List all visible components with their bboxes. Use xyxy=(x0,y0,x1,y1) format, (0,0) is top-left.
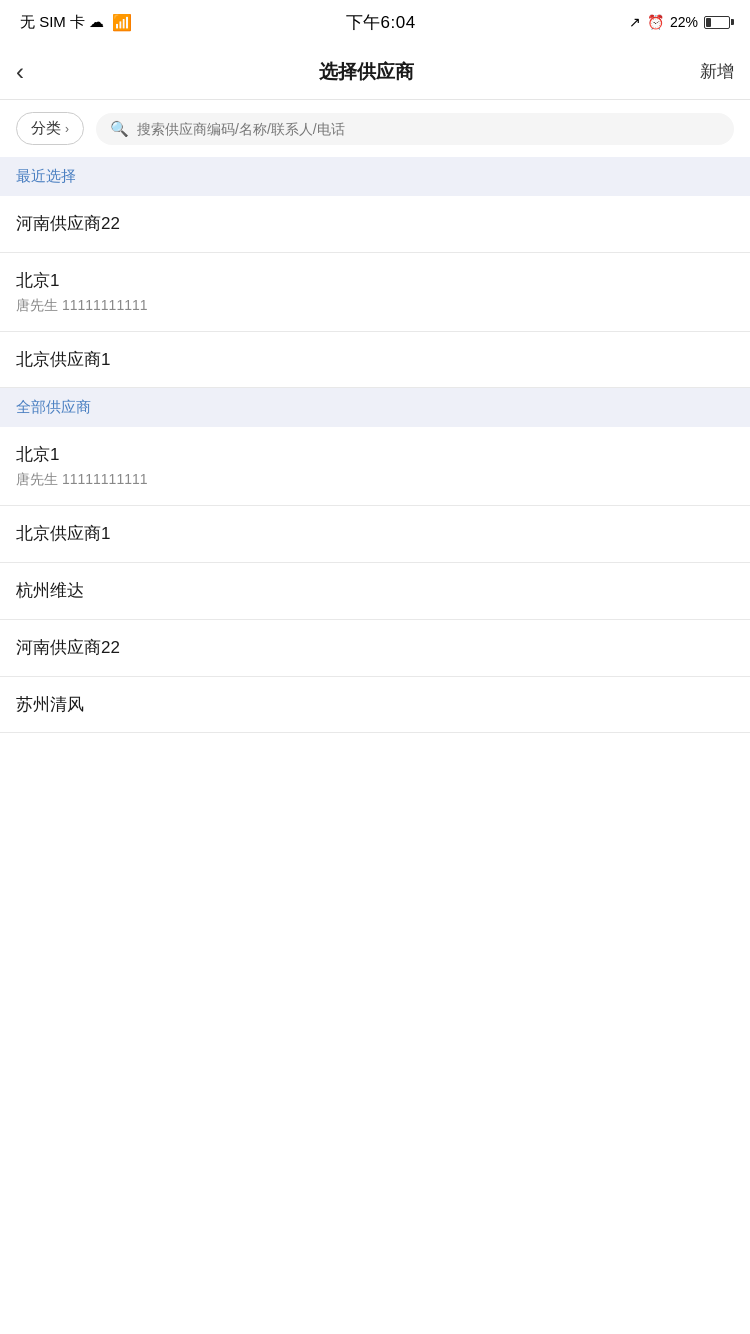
nav-bar: ‹ 选择供应商 新增 xyxy=(0,44,750,100)
item-name: 北京1 xyxy=(16,443,734,467)
all-section-label: 全部供应商 xyxy=(16,398,91,415)
new-button[interactable]: 新增 xyxy=(700,60,734,83)
filter-row: 分类 › 🔍 xyxy=(0,100,750,157)
list-item[interactable]: 北京1 唐先生 11111111111 xyxy=(0,427,750,506)
status-time: 下午6:04 xyxy=(346,11,416,34)
status-left: 无 SIM 卡 ☁ 📶 xyxy=(20,13,132,32)
item-sub: 唐先生 11111111111 xyxy=(16,297,734,315)
all-items-list: 北京1 唐先生 11111111111 北京供应商1 杭州维达河南供应商22 苏州清风 xyxy=(0,427,750,733)
search-box: 🔍 xyxy=(96,113,734,145)
list-item[interactable]: 河南供应商22 xyxy=(0,620,750,677)
battery-icon xyxy=(704,16,730,29)
category-label: 分类 xyxy=(31,119,61,138)
battery-percent: 22% xyxy=(670,14,698,30)
list-item[interactable]: 苏州清风 xyxy=(0,677,750,734)
list-item[interactable]: 河南供应商22 xyxy=(0,196,750,253)
recent-section-header: 最近选择 xyxy=(0,157,750,196)
search-input[interactable] xyxy=(137,121,720,137)
item-name: 苏州清风 xyxy=(16,693,734,717)
back-button[interactable]: ‹ xyxy=(16,52,32,92)
all-section-header: 全部供应商 xyxy=(0,388,750,427)
item-name: 河南供应商22 xyxy=(16,636,734,660)
list-item[interactable]: 北京供应商1 xyxy=(0,332,750,389)
list-item[interactable]: 北京供应商1 xyxy=(0,506,750,563)
list-item[interactable]: 北京1 唐先生 11111111111 xyxy=(0,253,750,332)
sim-status: 无 SIM 卡 ☁ xyxy=(20,13,104,32)
category-filter[interactable]: 分类 › xyxy=(16,112,84,145)
page-title: 选择供应商 xyxy=(319,59,414,85)
chevron-right-icon: › xyxy=(65,122,69,136)
status-right: ↗ ⏰ 22% xyxy=(629,14,730,30)
recent-section-label: 最近选择 xyxy=(16,167,76,184)
search-icon: 🔍 xyxy=(110,120,129,138)
item-name: 北京供应商1 xyxy=(16,348,734,372)
location-icon: ↗ xyxy=(629,14,641,30)
item-name: 杭州维达 xyxy=(16,579,734,603)
item-name: 北京1 xyxy=(16,269,734,293)
status-bar: 无 SIM 卡 ☁ 📶 下午6:04 ↗ ⏰ 22% xyxy=(0,0,750,44)
alarm-icon: ⏰ xyxy=(647,14,664,30)
item-sub: 唐先生 11111111111 xyxy=(16,471,734,489)
wifi-icon: 📶 xyxy=(112,13,132,32)
item-name: 河南供应商22 xyxy=(16,212,734,236)
list-item[interactable]: 杭州维达 xyxy=(0,563,750,620)
recent-items-list: 河南供应商22 北京1 唐先生 11111111111 北京供应商1 xyxy=(0,196,750,388)
item-name: 北京供应商1 xyxy=(16,522,734,546)
